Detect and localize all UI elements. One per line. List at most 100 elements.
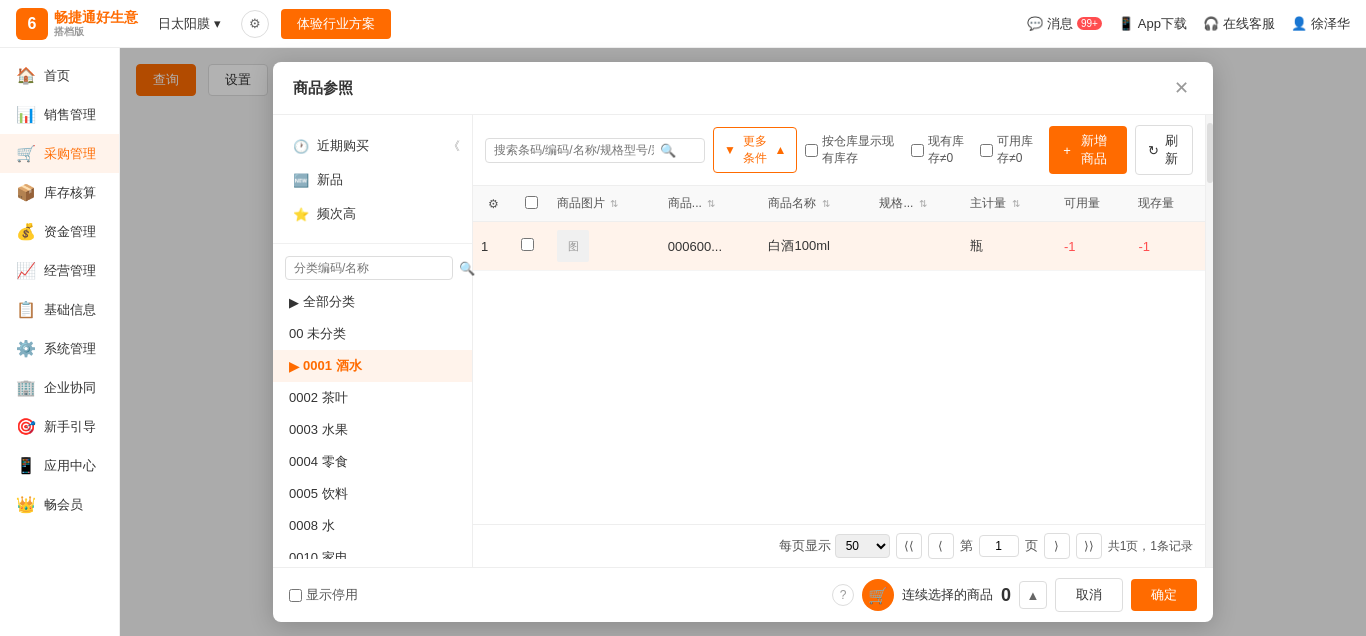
add-product-button[interactable]: + 新增商品 [1049, 126, 1127, 174]
user-area[interactable]: 👤 徐泽华 [1291, 15, 1350, 33]
modal-close-button[interactable]: ✕ [1169, 76, 1193, 100]
cell-stock: -1 [1130, 222, 1205, 271]
sidebar-item-purchase[interactable]: 🛒 采购管理 [0, 134, 119, 173]
sidebar-item-finance[interactable]: 💰 资金管理 [0, 212, 119, 251]
th-spec-label: 规格... [879, 196, 913, 210]
cell-code: 000600... [660, 222, 761, 271]
product-table: ⚙ 商品图片 ⇅ [473, 186, 1205, 271]
system-icon: ⚙️ [16, 339, 36, 358]
th-settings[interactable]: ⚙ [473, 186, 513, 222]
category-item-0001[interactable]: ▶ 0001 酒水 [273, 350, 472, 382]
logo-icon: 6 [16, 8, 48, 40]
message-item[interactable]: 💬 消息 99+ [1027, 15, 1102, 33]
category-search-input[interactable] [285, 256, 453, 280]
th-unit[interactable]: 主计量 ⇅ [962, 186, 1056, 222]
table-row[interactable]: 1 图 000600... 白酒100ml [473, 222, 1205, 271]
sidebar-item-app-center[interactable]: 📱 应用中心 [0, 446, 119, 485]
refresh-label: 刷新 [1163, 132, 1180, 168]
sidebar-label-system: 系统管理 [44, 340, 96, 358]
product-reference-modal: 商品参照 ✕ 🕐 近期购买 《 [273, 62, 1213, 622]
per-page-dropdown[interactable]: 50 100 200 [835, 534, 890, 558]
page-number-input[interactable] [979, 535, 1019, 557]
sort-spec-icon: ⇅ [919, 198, 927, 209]
show-disabled-input[interactable] [289, 589, 302, 602]
category-item-0003[interactable]: 0003 水果 [273, 414, 472, 446]
scroll-thumb [1207, 123, 1213, 183]
th-image[interactable]: 商品图片 ⇅ [549, 186, 660, 222]
sidebar-label-business: 经营管理 [44, 262, 96, 280]
quick-item-new[interactable]: 🆕 新品 [285, 165, 460, 195]
sidebar-item-business[interactable]: 📈 经营管理 [0, 251, 119, 290]
page-size-select: 每页显示 50 100 200 [779, 534, 890, 558]
app-download-item[interactable]: 📱 App下载 [1118, 15, 1187, 33]
member-icon: 👑 [16, 495, 36, 514]
sidebar-item-home[interactable]: 🏠 首页 [0, 56, 119, 95]
category-item-all[interactable]: ▶ 全部分类 [273, 286, 472, 318]
modal-overlay: 商品参照 ✕ 🕐 近期购买 《 [120, 48, 1366, 636]
sidebar-item-guide[interactable]: 🎯 新手引导 [0, 407, 119, 446]
modal-body: 🕐 近期购买 《 🆕 新品 ⭐ 频次高 [273, 115, 1213, 567]
show-disabled-checkbox: 显示停用 [289, 586, 358, 604]
last-page-button[interactable]: ⟩⟩ [1076, 533, 1102, 559]
th-code[interactable]: 商品... ⇅ [660, 186, 761, 222]
sidebar: 🏠 首页 📊 销售管理 🛒 采购管理 📦 库存核算 💰 资金管理 📈 经营管理 … [0, 48, 120, 636]
first-page-button[interactable]: ⟨⟨ [896, 533, 922, 559]
user-name: 徐泽华 [1311, 15, 1350, 33]
category-item-0010[interactable]: 0010 家电 [273, 542, 472, 559]
filter-button[interactable]: ▼ 更多条件 ▲ [713, 127, 797, 173]
checkbox-available-stock-input[interactable] [980, 144, 993, 157]
sidebar-item-basic[interactable]: 📋 基础信息 [0, 290, 119, 329]
panel-collapse-button[interactable]: 《 [448, 138, 460, 155]
sidebar-item-inventory[interactable]: 📦 库存核算 [0, 173, 119, 212]
sidebar-label-app-center: 应用中心 [44, 457, 96, 475]
checkbox-nonzero-stock-input[interactable] [911, 144, 924, 157]
product-search-icon[interactable]: 🔍 [660, 143, 676, 158]
th-spec[interactable]: 规格... ⇅ [871, 186, 962, 222]
settings-icon[interactable]: ⚙ [241, 10, 269, 38]
checkbox-warehouse-stock-input[interactable] [805, 144, 818, 157]
quick-item-frequent[interactable]: ⭐ 频次高 [285, 199, 460, 229]
all-arrow-icon: ▶ [289, 295, 299, 310]
modal-title: 商品参照 [293, 79, 353, 98]
refresh-button[interactable]: ↻ 刷新 [1135, 125, 1193, 175]
sidebar-label-finance: 资金管理 [44, 223, 96, 241]
sidebar-label-enterprise: 企业协同 [44, 379, 96, 397]
sidebar-item-system[interactable]: ⚙️ 系统管理 [0, 329, 119, 368]
category-item-00[interactable]: 00 未分类 [273, 318, 472, 350]
th-name[interactable]: 商品名称 ⇅ [760, 186, 871, 222]
category-list: ▶ 全部分类 00 未分类 ▶ 0001 酒水 0002 茶 [273, 286, 472, 559]
trial-button[interactable]: 体验行业方案 [281, 9, 391, 39]
category-label-0004: 0004 零食 [289, 453, 348, 471]
table-toolbar: 🔍 ▼ 更多条件 ▲ 按仓库显示现有库存 [473, 115, 1205, 186]
sidebar-item-sales[interactable]: 📊 销售管理 [0, 95, 119, 134]
sidebar-item-enterprise[interactable]: 🏢 企业协同 [0, 368, 119, 407]
row-checkbox[interactable] [521, 238, 534, 251]
category-item-0005[interactable]: 0005 饮料 [273, 478, 472, 510]
home-icon: 🏠 [16, 66, 36, 85]
category-item-0004[interactable]: 0004 零食 [273, 446, 472, 478]
cancel-button[interactable]: 取消 [1055, 578, 1123, 612]
next-page-button[interactable]: ⟩ [1044, 533, 1070, 559]
category-item-0002[interactable]: 0002 茶叶 [273, 382, 472, 414]
cat-0001-arrow-icon: ▶ [289, 359, 299, 374]
sidebar-item-member[interactable]: 👑 畅会员 [0, 485, 119, 524]
select-all-checkbox[interactable] [525, 196, 538, 209]
table-body: 1 图 000600... 白酒100ml [473, 222, 1205, 271]
collapse-up-button[interactable]: ▲ [1019, 581, 1047, 609]
service-item[interactable]: 🎧 在线客服 [1203, 15, 1275, 33]
inventory-icon: 📦 [16, 183, 36, 202]
category-item-0008[interactable]: 0008 水 [273, 510, 472, 542]
quick-item-recent[interactable]: 🕐 近期购买 [285, 131, 377, 161]
refresh-icon: ↻ [1148, 143, 1159, 158]
modal-header: 商品参照 ✕ [273, 62, 1213, 115]
prev-page-button[interactable]: ⟨ [928, 533, 954, 559]
help-icon[interactable]: ? [832, 584, 854, 606]
finance-icon: 💰 [16, 222, 36, 241]
store-selector[interactable]: 日太阳膜 ▾ [150, 11, 229, 37]
confirm-button[interactable]: 确定 [1131, 579, 1197, 611]
cart-icon[interactable]: 🛒 [862, 579, 894, 611]
right-panel: 🔍 ▼ 更多条件 ▲ 按仓库显示现有库存 [473, 115, 1205, 567]
divider [273, 243, 472, 244]
product-search-input[interactable] [494, 143, 654, 157]
business-icon: 📈 [16, 261, 36, 280]
